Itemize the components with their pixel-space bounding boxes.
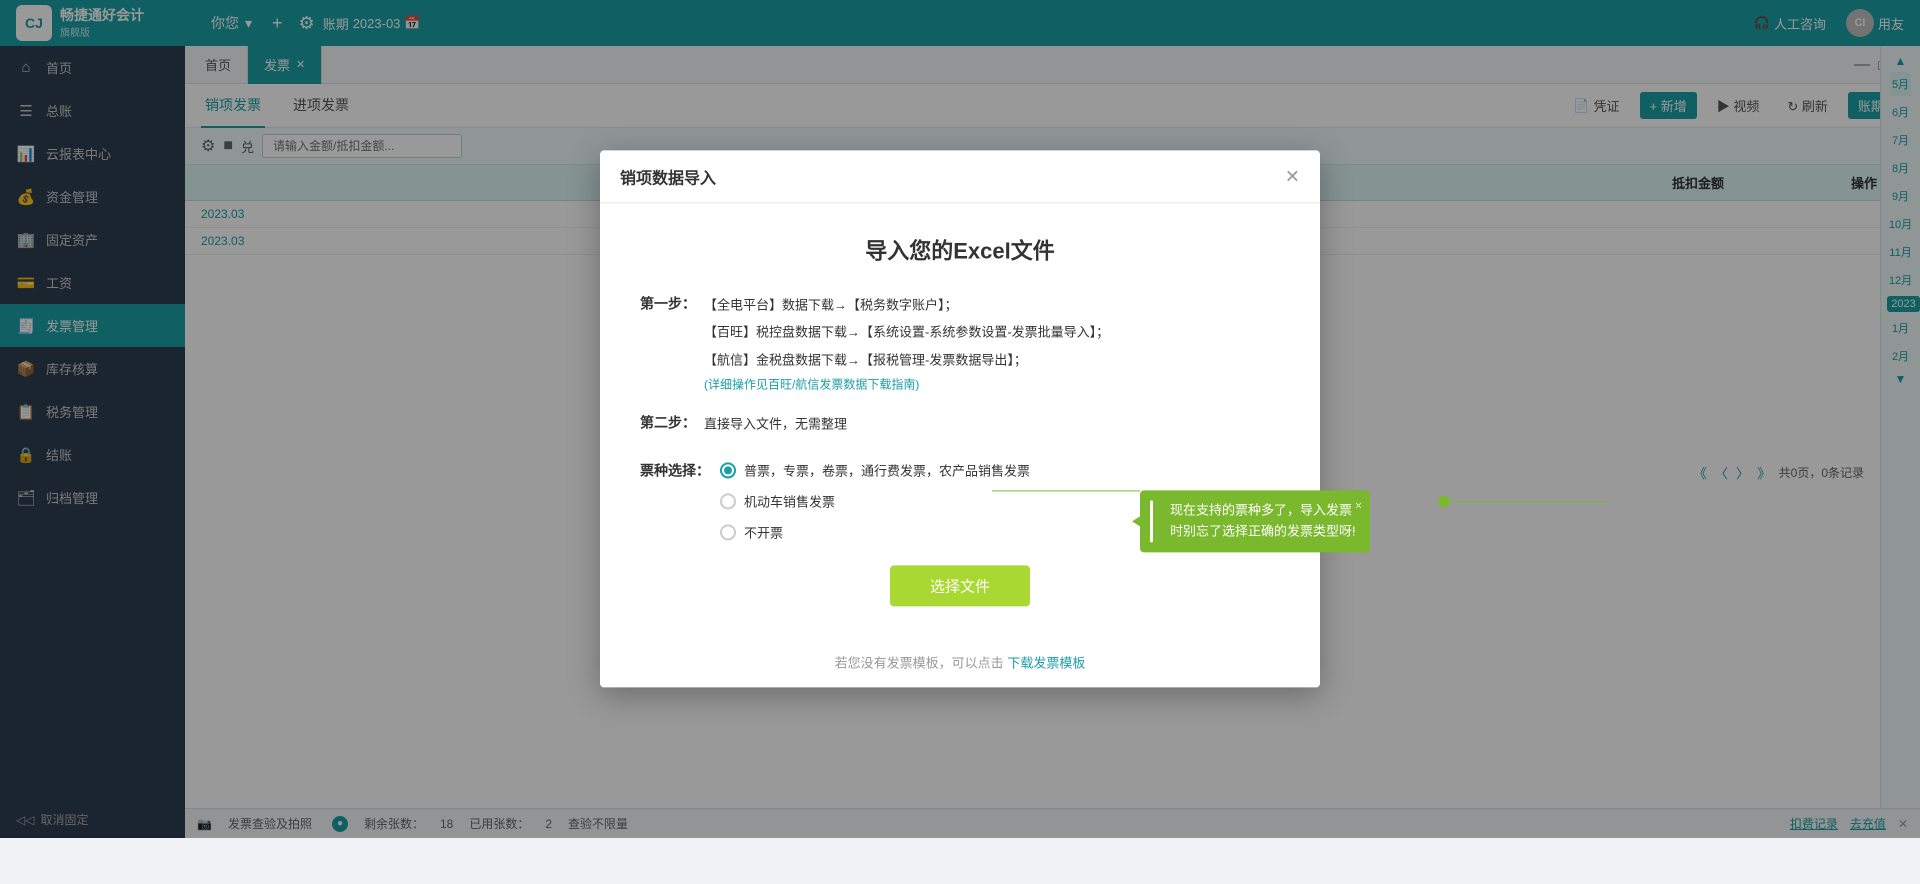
modal-body: 导入您的Excel文件 第一步： 【全电平台】数据下载→【税务数字账户】； 【百… [600,203,1320,636]
tooltip-box: × 现在支持的票种多了，导入发票时别忘了选择正确的发票类型呀! [1140,491,1370,553]
tooltip-line-h [992,491,1140,492]
modal-close-button[interactable]: ✕ [1285,166,1300,187]
tooltip-close-button[interactable]: × [1355,497,1362,516]
tooltip-line [1450,501,1610,502]
tooltip-text: 现在支持的票种多了，导入发票时别忘了选择正确的发票类型呀! [1170,501,1356,543]
modal-header: 销项数据导入 ✕ [600,150,1320,203]
modal-title: 销项数据导入 [620,164,716,188]
footer-text: 若您没有发票模板，可以点击 [835,656,1004,671]
select-file-button[interactable]: 选择文件 [890,566,1030,607]
radio-section: 票种选择： 普票，专票，卷票，通行费发票，农产品销售发票 机动车销售发票 [640,461,1280,542]
radio-label: 票种选择： [640,461,712,481]
step1-line-3: 【航信】金税盘数据下载→【报税管理-发票数据导出】； [704,348,1109,371]
import-modal: 销项数据导入 ✕ 导入您的Excel文件 第一步： 【全电平台】数据下载→【税务… [600,150,1320,687]
step1-section: 第一步： 【全电平台】数据下载→【税务数字账户】； 【百旺】税控盘数据下载→【系… [640,293,1280,392]
step1-content: 【全电平台】数据下载→【税务数字账户】； 【百旺】税控盘数据下载→【系统设置-系… [704,293,1109,392]
radio-group: 普票，专票，卷票，通行费发票，农产品销售发票 机动车销售发票 不开票 [720,461,1030,542]
tooltip-dot [1438,495,1450,507]
radio-general-label: 普票，专票，卷票，通行费发票，农产品销售发票 [744,461,1030,480]
radio-general[interactable]: 普票，专票，卷票，通行费发票，农产品销售发票 [720,461,1030,480]
modal-main-title: 导入您的Excel文件 [640,233,1280,265]
radio-motor[interactable]: 机动车销售发票 [720,492,1030,511]
radio-no-invoice-indicator [720,524,736,540]
modal-footer: 若您没有发票模板，可以点击 下载发票模板 [600,637,1320,688]
radio-no-invoice[interactable]: 不开票 [720,523,1030,542]
radio-no-invoice-label: 不开票 [744,523,783,542]
step1-link[interactable]: (详细操作见百旺/航信发票数据下载指南) [704,376,1109,393]
radio-general-indicator [720,462,736,478]
guide-link[interactable]: (详细操作见百旺/航信发票数据下载指南) [704,378,919,392]
step1-line-2: 【百旺】税控盘数据下载→【系统设置-系统参数设置-发票批量导入】； [704,321,1109,344]
step2-section: 第二步： 直接导入文件，无需整理 [640,413,1280,441]
radio-motor-label: 机动车销售发票 [744,492,835,511]
download-template-link[interactable]: 下载发票模板 [1007,656,1085,671]
tooltip-accent-bar [1150,501,1153,543]
step1-label: 第一步： [640,293,696,313]
step2-text: 直接导入文件，无需整理 [704,413,847,436]
step1-line-1: 【全电平台】数据下载→【税务数字账户】； [704,293,1109,316]
step2-label: 第二步： [640,413,696,433]
radio-motor-indicator [720,493,736,509]
